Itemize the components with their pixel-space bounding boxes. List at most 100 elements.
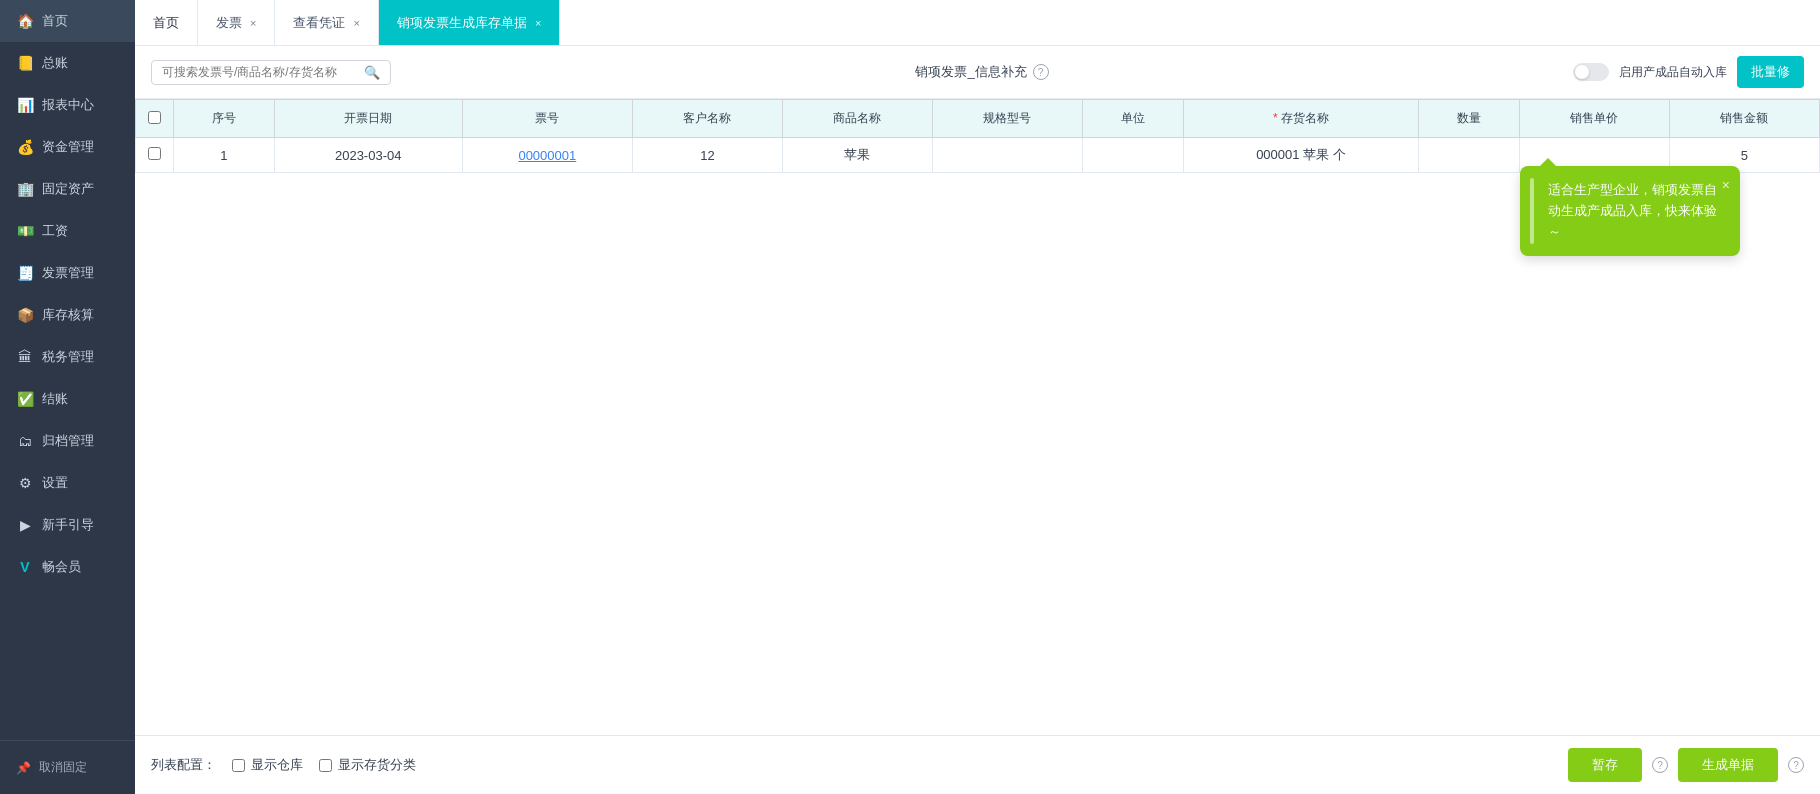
tab-voucher-label: 查看凭证 <box>293 14 345 32</box>
settings-icon: ⚙ <box>16 475 34 491</box>
closing-icon: ✅ <box>16 391 34 407</box>
assets-icon: 🏢 <box>16 181 34 197</box>
header-qty: 数量 <box>1419 100 1520 138</box>
header-unit: 单位 <box>1083 100 1184 138</box>
main-content: 首页 发票 × 查看凭证 × 销项发票生成库存单据 × 🔍 销项发票_信息补充 <box>135 0 1820 794</box>
sidebar-label-guide: 新手引导 <box>42 516 94 534</box>
row-seq: 1 <box>174 138 275 173</box>
header-checkbox-cell <box>136 100 174 138</box>
auto-warehouse-toggle[interactable] <box>1573 63 1609 81</box>
sidebar-label-inventory: 库存核算 <box>42 306 94 324</box>
sidebar-label-archive: 归档管理 <box>42 432 94 450</box>
guide-icon: ▶ <box>16 517 34 533</box>
row-spec <box>932 138 1082 173</box>
warehouse-checkbox[interactable] <box>232 759 245 772</box>
row-number[interactable]: 00000001 <box>462 138 632 173</box>
row-checkbox[interactable] <box>148 147 161 160</box>
row-inventory: 000001 苹果 个 <box>1183 138 1419 173</box>
tab-voucher[interactable]: 查看凭证 × <box>275 0 378 45</box>
generate-button[interactable]: 生成单据 <box>1678 748 1778 782</box>
sidebar-label-ledger: 总账 <box>42 54 68 72</box>
pin-toggle[interactable]: 📌 取消固定 <box>0 749 135 786</box>
sidebar-item-guide[interactable]: ▶ 新手引导 <box>0 504 135 546</box>
data-table: 序号 开票日期 票号 客户名称 商品名称 规格型号 单位 存货名称 数量 销售单… <box>135 99 1820 173</box>
tab-home-label: 首页 <box>153 14 179 32</box>
sidebar-item-closing[interactable]: ✅ 结账 <box>0 378 135 420</box>
sidebar-label-tax: 税务管理 <box>42 348 94 366</box>
toolbar: 🔍 销项发票_信息补充 ? 启用产成品自动入库 批量修 <box>135 46 1820 99</box>
sidebar-item-archive[interactable]: 🗂 归档管理 <box>0 420 135 462</box>
row-unit <box>1083 138 1184 173</box>
payroll-icon: 💵 <box>16 223 34 239</box>
inventory-icon: 📦 <box>16 307 34 323</box>
tooltip-popup: × 适合生产型企业，销项发票自动生成产成品入库，快来体验～ <box>1520 166 1740 256</box>
tab-invoice[interactable]: 发票 × <box>198 0 275 45</box>
footer-right: 暂存 ? 生成单据 ? <box>1568 748 1804 782</box>
sidebar-item-reports[interactable]: 📊 报表中心 <box>0 84 135 126</box>
footer: 列表配置： 显示仓库 显示存货分类 暂存 ? 生成单据 ? <box>135 735 1820 794</box>
save-button[interactable]: 暂存 <box>1568 748 1642 782</box>
header-product: 商品名称 <box>782 100 932 138</box>
tab-home[interactable]: 首页 <box>135 0 198 45</box>
tab-bar: 首页 发票 × 查看凭证 × 销项发票生成库存单据 × <box>135 0 1820 46</box>
sidebar-item-tax[interactable]: 🏛 税务管理 <box>0 336 135 378</box>
warehouse-checkbox-label[interactable]: 显示仓库 <box>232 756 303 774</box>
category-checkbox-label[interactable]: 显示存货分类 <box>319 756 416 774</box>
warehouse-label: 显示仓库 <box>251 756 303 774</box>
header-spec: 规格型号 <box>932 100 1082 138</box>
invoice-icon: 🧾 <box>16 265 34 281</box>
search-box[interactable]: 🔍 <box>151 60 391 85</box>
category-label: 显示存货分类 <box>338 756 416 774</box>
sidebar-item-home[interactable]: 🏠 首页 <box>0 0 135 42</box>
config-label: 列表配置： <box>151 756 216 774</box>
tab-invoice-close[interactable]: × <box>250 17 256 29</box>
archive-icon: 🗂 <box>16 433 34 449</box>
tax-icon: 🏛 <box>16 349 34 365</box>
home-icon: 🏠 <box>16 13 34 29</box>
sidebar-item-payroll[interactable]: 💵 工资 <box>0 210 135 252</box>
search-input[interactable] <box>162 65 358 79</box>
sidebar-label-invoice: 发票管理 <box>42 264 94 282</box>
tooltip-close-button[interactable]: × <box>1722 174 1730 196</box>
sidebar-label-member: 畅会员 <box>42 558 81 576</box>
header-unit-price: 销售单价 <box>1519 100 1669 138</box>
sidebar-item-inventory[interactable]: 📦 库存核算 <box>0 294 135 336</box>
tooltip-bar <box>1530 178 1534 244</box>
sidebar-item-member[interactable]: V 畅会员 <box>0 546 135 588</box>
toggle-thumb <box>1575 65 1589 79</box>
save-info-icon[interactable]: ? <box>1652 757 1668 773</box>
sidebar-label-closing: 结账 <box>42 390 68 408</box>
select-all-checkbox[interactable] <box>148 111 161 124</box>
sidebar-item-settings[interactable]: ⚙ 设置 <box>0 462 135 504</box>
category-checkbox[interactable] <box>319 759 332 772</box>
header-inventory: 存货名称 <box>1183 100 1419 138</box>
row-product: 苹果 <box>782 138 932 173</box>
sidebar-item-ledger[interactable]: 📒 总账 <box>0 42 135 84</box>
sidebar-bottom: 📌 取消固定 <box>0 740 135 794</box>
header-amount: 销售金额 <box>1669 100 1819 138</box>
pin-icon: 📌 <box>16 761 31 775</box>
info-icon[interactable]: ? <box>1033 64 1049 80</box>
generate-info-icon[interactable]: ? <box>1788 757 1804 773</box>
toggle-track[interactable] <box>1573 63 1609 81</box>
sidebar-label-home: 首页 <box>42 12 68 30</box>
row-qty <box>1419 138 1520 173</box>
sidebar-label-reports: 报表中心 <box>42 96 94 114</box>
header-customer: 客户名称 <box>632 100 782 138</box>
sidebar: 🏠 首页 📒 总账 📊 报表中心 💰 资金管理 🏢 固定资产 💵 工资 🧾 发票… <box>0 0 135 794</box>
ledger-icon: 📒 <box>16 55 34 71</box>
row-customer: 12 <box>632 138 782 173</box>
funds-icon: 💰 <box>16 139 34 155</box>
sidebar-item-funds[interactable]: 💰 资金管理 <box>0 126 135 168</box>
tab-voucher-close[interactable]: × <box>353 17 359 29</box>
batch-button[interactable]: 批量修 <box>1737 56 1804 88</box>
sidebar-label-settings: 设置 <box>42 474 68 492</box>
search-icon: 🔍 <box>364 65 380 80</box>
header-seq: 序号 <box>174 100 275 138</box>
toolbar-right: 启用产成品自动入库 批量修 <box>1573 56 1804 88</box>
sidebar-item-invoice[interactable]: 🧾 发票管理 <box>0 252 135 294</box>
sidebar-label-assets: 固定资产 <box>42 180 94 198</box>
sidebar-item-assets[interactable]: 🏢 固定资产 <box>0 168 135 210</box>
tab-generate[interactable]: 销项发票生成库存单据 × <box>379 0 560 45</box>
tab-generate-close[interactable]: × <box>535 17 541 29</box>
